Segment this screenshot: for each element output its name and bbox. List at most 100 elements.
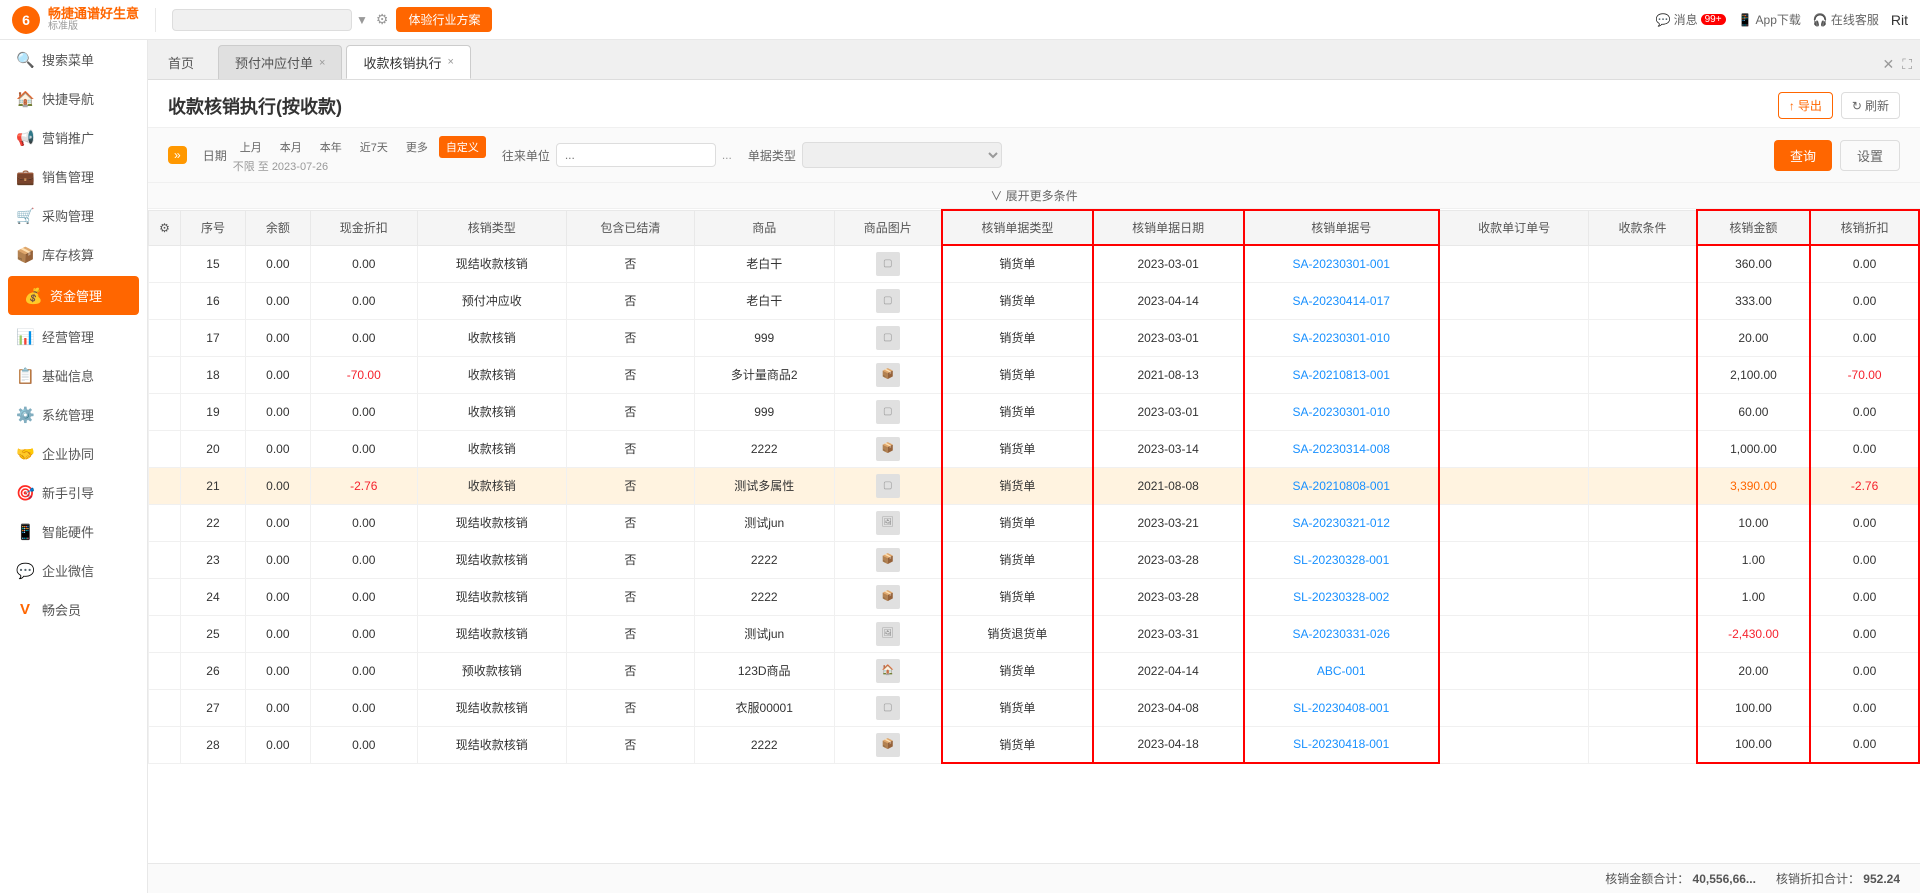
td-writeoff-discount: -70.00 xyxy=(1810,356,1919,393)
setting-btn[interactable]: 设置 xyxy=(1840,140,1900,171)
sidebar-item-sales[interactable]: 💼 销售管理 xyxy=(0,157,147,196)
tab-expand-btn[interactable]: ⛶ xyxy=(1902,56,1912,73)
td-writeoff-discount: 0.00 xyxy=(1810,541,1919,578)
sidebar-item-quick-nav[interactable]: 🏠 快捷导航 xyxy=(0,79,147,118)
online-service-btn[interactable]: 🎧 在线客服 xyxy=(1813,11,1879,28)
td-seq: 17 xyxy=(181,319,246,356)
bill-no-link[interactable]: SA-20230321-012 xyxy=(1293,516,1390,530)
filter-expand-btn[interactable]: » xyxy=(168,146,187,164)
td-collection-cond xyxy=(1589,356,1697,393)
sidebar-item-enterprise[interactable]: 🤝 企业协同 xyxy=(0,434,147,473)
td-writeoff-type: 收款核销 xyxy=(417,430,566,467)
date-tab-this-month[interactable]: 本月 xyxy=(273,136,309,158)
bill-no-link[interactable]: SA-20230331-026 xyxy=(1293,627,1390,641)
th-gear[interactable]: ⚙ xyxy=(149,210,181,245)
tab-prepay-close[interactable]: × xyxy=(319,57,325,69)
bill-no-link[interactable]: SA-20230314-008 xyxy=(1293,442,1390,456)
purchase-icon: 🛒 xyxy=(16,207,34,225)
sidebar-item-basic-info[interactable]: 📋 基础信息 xyxy=(0,356,147,395)
sidebar-item-system[interactable]: ⚙️ 系统管理 xyxy=(0,395,147,434)
sidebar-item-capital[interactable]: 💰 资金管理 xyxy=(8,276,139,315)
sidebar-item-search-menu[interactable]: 🔍 搜索菜单 xyxy=(0,40,147,79)
date-tab-more[interactable]: 更多 xyxy=(399,136,435,158)
bill-no-link[interactable]: SL-20230408-001 xyxy=(1293,701,1389,715)
sidebar-item-operations[interactable]: 📊 经营管理 xyxy=(0,317,147,356)
bill-no-link[interactable]: SA-20230301-001 xyxy=(1293,257,1390,271)
bill-no-link[interactable]: ABC-001 xyxy=(1317,664,1366,678)
sidebar-item-purchase[interactable]: 🛒 采购管理 xyxy=(0,196,147,235)
partner-more-icon[interactable]: ... xyxy=(722,148,732,162)
dropdown-chevron-icon[interactable]: ▼ xyxy=(356,13,368,27)
date-tab-this-year[interactable]: 本年 xyxy=(313,136,349,158)
table-container[interactable]: ⚙ 序号 余额 现金折扣 核销类型 包含已结清 商品 商品图片 核销单据类型 核… xyxy=(148,209,1920,863)
goods-image-cell: 🖼 xyxy=(834,615,942,652)
table-row: 24 0.00 0.00 现结收款核销 否 2222 📦 销货单 2023-03… xyxy=(149,578,1920,615)
td-writeoff-discount: 0.00 xyxy=(1810,282,1919,319)
tab-collection[interactable]: 收款核销执行 × xyxy=(346,45,470,79)
message-btn[interactable]: 💬 消息 99+ xyxy=(1656,11,1726,28)
top-bar-left: 6 畅捷通谱好生意 标准版 ▼ ⚙ 体验行业方案 xyxy=(12,6,1648,34)
tab-home[interactable]: 首页 xyxy=(148,45,214,79)
sidebar-item-marketing[interactable]: 📢 营销推广 xyxy=(0,118,147,157)
bill-no-link[interactable]: SA-20210813-001 xyxy=(1293,368,1390,382)
tab-bar-actions: ✕ ⛶ xyxy=(1882,56,1912,73)
export-btn[interactable]: ↑ 导出 xyxy=(1778,92,1833,119)
bill-no-link[interactable]: SL-20230328-001 xyxy=(1293,553,1389,567)
bill-no-link[interactable]: SA-20230301-010 xyxy=(1293,331,1390,345)
basic-info-icon: 📋 xyxy=(16,367,34,385)
td-bill-type: 销货单 xyxy=(942,652,1093,689)
date-tab-7days[interactable]: 近7天 xyxy=(353,136,395,158)
td-gear xyxy=(149,615,181,652)
export-icon: ↑ xyxy=(1789,99,1795,113)
td-balance: 0.00 xyxy=(245,467,310,504)
table-header-row: ⚙ 序号 余额 现金折扣 核销类型 包含已结清 商品 商品图片 核销单据类型 核… xyxy=(149,210,1920,245)
user-name[interactable]: Rit xyxy=(1891,12,1908,28)
td-bill-date: 2022-04-14 xyxy=(1093,652,1244,689)
member-icon: V xyxy=(16,601,34,618)
goods-image-cell: ▢ xyxy=(834,393,942,430)
td-cash-discount: 0.00 xyxy=(310,578,417,615)
td-bill-date: 2023-04-14 xyxy=(1093,282,1244,319)
sidebar-item-guide[interactable]: 🎯 新手引导 xyxy=(0,473,147,512)
td-cash-discount: 0.00 xyxy=(310,282,417,319)
bill-no-link[interactable]: SA-20230414-017 xyxy=(1293,294,1390,308)
td-writeoff-amount: 20.00 xyxy=(1697,652,1810,689)
table-row: 22 0.00 0.00 现结收款核销 否 测试jun 🖼 销货单 2023-0… xyxy=(149,504,1920,541)
settings-icon[interactable]: ⚙ xyxy=(376,11,389,28)
sidebar-item-inventory[interactable]: 📦 库存核算 xyxy=(0,235,147,274)
voucher-type-select[interactable] xyxy=(802,142,1002,168)
date-tab-last-month[interactable]: 上月 xyxy=(233,136,269,158)
td-writeoff-type: 现结收款核销 xyxy=(417,245,566,282)
partner-label: 往来单位 xyxy=(502,147,550,164)
td-seq: 24 xyxy=(181,578,246,615)
tab-prepay[interactable]: 预付冲应付单 × xyxy=(218,45,342,79)
expand-more-bar[interactable]: ∨ 展开更多条件 xyxy=(148,183,1920,209)
bill-no-link[interactable]: SL-20230418-001 xyxy=(1293,737,1389,751)
date-tab-custom[interactable]: 自定义 xyxy=(439,136,486,158)
goods-image-cell: 🖼 xyxy=(834,504,942,541)
refresh-btn[interactable]: ↻ 刷新 xyxy=(1841,92,1900,119)
app-download-btn[interactable]: 📱 App下载 xyxy=(1738,11,1801,28)
tab-close-btn[interactable]: ✕ xyxy=(1882,56,1894,73)
tab-collection-close[interactable]: × xyxy=(447,56,453,68)
query-btn[interactable]: 查询 xyxy=(1774,140,1832,171)
bill-no-link[interactable]: SL-20230328-002 xyxy=(1293,590,1389,604)
industry-btn[interactable]: 体验行业方案 xyxy=(396,7,492,32)
td-goods: 测试jun xyxy=(694,615,834,652)
th-balance: 余额 xyxy=(245,210,310,245)
th-writeoff-discount: 核销折扣 xyxy=(1810,210,1919,245)
th-cash-discount: 现金折扣 xyxy=(310,210,417,245)
td-collection-order xyxy=(1439,245,1589,282)
bill-no-link[interactable]: SA-20210808-001 xyxy=(1293,479,1390,493)
bill-no-link[interactable]: SA-20230301-010 xyxy=(1293,405,1390,419)
th-bill-date: 核销单据日期 xyxy=(1093,210,1244,245)
sidebar-item-member[interactable]: V 畅会员 xyxy=(0,590,147,629)
sidebar-item-weixin[interactable]: 💬 企业微信 xyxy=(0,551,147,590)
td-included-settled: 否 xyxy=(566,319,694,356)
th-writeoff-amount: 核销金额 xyxy=(1697,210,1810,245)
top-search-input[interactable] xyxy=(172,9,352,31)
td-writeoff-amount: 2,100.00 xyxy=(1697,356,1810,393)
top-bar-right: 💬 消息 99+ 📱 App下载 🎧 在线客服 Rit xyxy=(1656,11,1908,28)
sidebar-item-smart-hw[interactable]: 📱 智能硬件 xyxy=(0,512,147,551)
partner-input[interactable] xyxy=(556,143,716,167)
